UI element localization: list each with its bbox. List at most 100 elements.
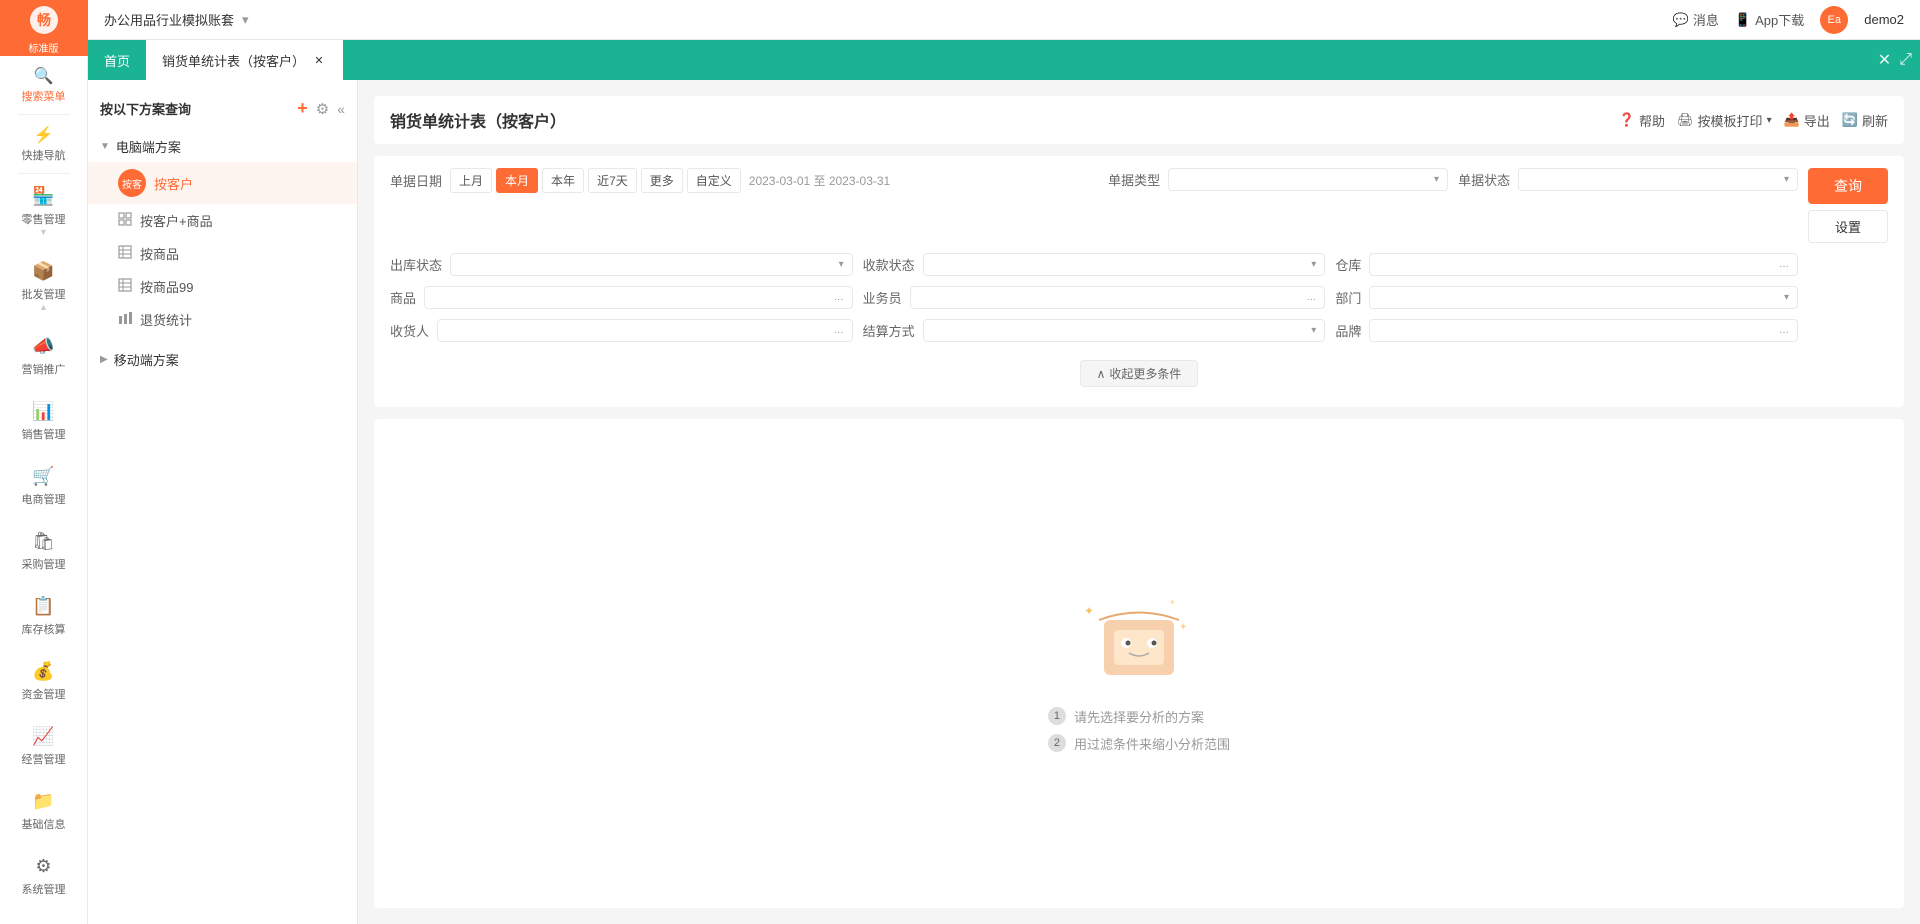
date-label: 单据日期 [390,171,442,190]
date-btn-more[interactable]: 更多 [641,168,683,193]
date-btn-this-year[interactable]: 本年 [542,168,584,193]
sidebar-item-operations[interactable]: 📈 经营管理 [0,714,87,779]
receiver-select[interactable]: … [437,319,853,342]
sidebar-item-purchase[interactable]: 🛍 采购管理 [0,519,87,584]
tab-home[interactable]: 首页 [88,40,146,80]
sidebar-item-sales[interactable]: 📊 销售管理 [0,389,87,454]
brand-select[interactable]: … [1369,319,1798,342]
inventory-icon: 📋 [32,596,54,617]
settle-label: 结算方式 [863,321,915,340]
settings-scheme-button[interactable]: ⚙ [316,100,329,118]
user-avatar[interactable]: Ea [1820,6,1848,34]
collapse-button[interactable]: ∧ 收起更多条件 [1080,360,1199,387]
tab-close-all-icon[interactable]: ✕ [1878,50,1891,70]
bill-type-label: 单据类型 [1108,170,1160,189]
empty-state: ✦ ✦ ✦ 1 请先选择要分析的方案 2 [1028,495,1250,833]
salesman-select[interactable]: … [910,286,1326,309]
left-panel: 按以下方案查询 + ⚙ « ▼ 电脑端方案 按客 [88,80,358,924]
message-action[interactable]: 💬 消息 [1673,10,1719,29]
print-icon: 🖨 [1677,112,1694,128]
page-title-bar: 销货单统计表（按客户） ❓ 帮助 🖨 按模板打印 ▾ 📤 [374,96,1904,144]
tab-close-icon[interactable]: ✕ [311,52,327,68]
tree-child-by-goods99[interactable]: 按商品99 [88,270,357,303]
settle-select[interactable]: ▾ [923,319,1326,342]
collapse-bar: ∧ 收起更多条件 [390,352,1888,395]
add-scheme-button[interactable]: + [297,98,308,119]
logo-tagline: 标准版 [29,40,59,55]
wholesale-icon: 📦 [32,261,54,282]
tree-child-return-stats[interactable]: 退货统计 [88,303,357,336]
operations-icon: 📈 [32,726,54,747]
logo[interactable]: 畅 标准版 [0,0,88,56]
sidebar-item-retail[interactable]: 🏪 零售管理 ▼ [0,174,87,249]
tab-expand-icon[interactable]: ⤢ [1899,51,1912,69]
export-button[interactable]: 📤 导出 [1784,111,1830,130]
tree-child-by-customer-goods[interactable]: 按客户+商品 [88,204,357,237]
tab-bar-right: ✕ ⤢ [1878,50,1920,70]
goods-ellipsis-icon: … [834,292,844,303]
sidebar-nav: 🏪 零售管理 ▼ 📦 批发管理 ▲ 📣 营销推广 📊 销售管理 🛒 电商管理 [0,174,87,924]
salesman-ellipsis-icon: … [1306,292,1316,303]
sidebar-item-finance[interactable]: 💰 资金管理 [0,649,87,714]
sidebar-quick-nav[interactable]: ⚡ 快捷导航 [18,115,70,174]
collapse-up-icon: ∧ [1097,367,1106,381]
tab-sales-stats[interactable]: 销货单统计表（按客户） ✕ [146,40,343,80]
svg-text:畅: 畅 [37,12,51,28]
tree-arrow-right-icon: ▶ [100,354,108,365]
bill-status-label: 单据状态 [1458,170,1510,189]
sidebar-item-basic-info[interactable]: 📁 基础信息 [0,779,87,844]
dept-label: 部门 [1335,288,1361,307]
query-button[interactable]: 查询 [1808,168,1888,204]
settings-button[interactable]: 设置 [1808,210,1888,243]
empty-hint-2: 2 用过滤条件来缩小分析范围 [1048,734,1230,753]
main-content: 办公用品行业模拟账套 ▾ 💬 消息 📱 App下载 Ea demo2 [88,0,1920,924]
svg-text:✦: ✦ [1084,604,1094,618]
app-download-action[interactable]: 📱 App下载 [1735,10,1804,29]
bill-status-select[interactable]: ▾ [1518,168,1798,191]
template-print-button[interactable]: 🖨 按模板打印 ▾ [1677,111,1772,130]
dept-select[interactable]: ▾ [1369,286,1798,309]
refresh-button[interactable]: 🔄 刷新 [1842,111,1888,130]
header-left: 办公用品行业模拟账套 ▾ [104,10,249,29]
bill-status-chevron-icon: ▾ [1784,174,1789,185]
print-dropdown-icon: ▾ [1767,115,1772,126]
sidebar-item-system[interactable]: ⚙ 系统管理 [0,844,87,909]
goods-label: 商品 [390,288,416,307]
empty-hints: 1 请先选择要分析的方案 2 用过滤条件来缩小分析范围 [1048,707,1230,753]
date-btn-custom[interactable]: 自定义 [687,168,741,193]
sidebar-item-marketing[interactable]: 📣 营销推广 [0,324,87,389]
tree-parent-mobile[interactable]: ▶ 移动端方案 [88,344,357,375]
refresh-icon: 🔄 [1842,112,1858,128]
bill-type-select[interactable]: ▾ [1168,168,1448,191]
left-panel-header: 按以下方案查询 + ⚙ « [88,90,357,127]
ecommerce-icon: 🛒 [32,466,54,487]
account-name: 办公用品行业模拟账套 [104,10,234,29]
sidebar-item-inventory[interactable]: 📋 库存核算 [0,584,87,649]
sidebar-item-wholesale[interactable]: 📦 批发管理 ▲ [0,249,87,324]
pay-status-select[interactable]: ▾ [923,253,1326,276]
goods-select[interactable]: … [424,286,853,309]
help-button[interactable]: ❓ 帮助 [1619,111,1665,130]
warehouse-select[interactable]: … [1369,253,1798,276]
sidebar-item-collab[interactable]: 🤝 企业协同 [0,909,87,924]
retail-icon: 🏪 [32,186,54,207]
chart-icon [118,311,132,328]
receiver-label: 收货人 [390,321,429,340]
account-dropdown-icon[interactable]: ▾ [242,12,249,28]
receiver-ellipsis-icon: … [834,325,844,336]
date-btn-last-month[interactable]: 上月 [450,168,492,193]
date-buttons: 上月 本月 本年 近7天 更多 自定义 [450,168,741,193]
out-status-select[interactable]: ▾ [450,253,853,276]
empty-illustration: ✦ ✦ ✦ [1079,575,1199,695]
tree-parent-desktop[interactable]: ▼ 电脑端方案 [88,131,357,162]
sidebar-item-ecommerce[interactable]: 🛒 电商管理 [0,454,87,519]
tree-section-desktop: ▼ 电脑端方案 按客 按客户 [88,127,357,340]
tree-child-by-customer[interactable]: 按客 按客户 [88,162,357,204]
sidebar-search[interactable]: 🔍 搜索菜单 [18,56,70,115]
collapse-panel-button[interactable]: « [337,101,345,117]
tree-child-by-goods[interactable]: 按商品 [88,237,357,270]
date-btn-7days[interactable]: 近7天 [588,168,637,193]
date-btn-this-month[interactable]: 本月 [496,168,538,193]
tree-arrow-down-icon: ▼ [100,141,110,152]
hint-num-1: 1 [1048,707,1066,725]
